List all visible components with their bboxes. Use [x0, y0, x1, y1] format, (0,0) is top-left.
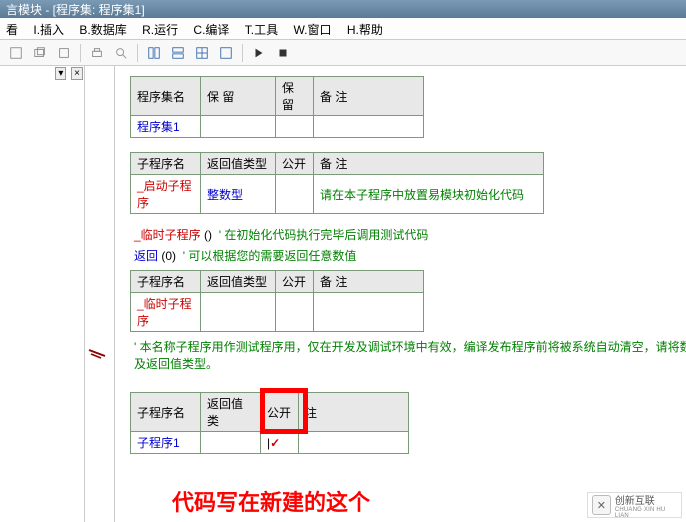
th-note4: 注	[299, 393, 409, 432]
th-reserved1: 保 留	[201, 77, 276, 116]
temp-name-cell[interactable]: _临时子程序	[131, 293, 201, 332]
menu-help[interactable]: H.帮助	[341, 21, 389, 38]
temp-ret-cell[interactable]	[201, 293, 276, 332]
gutter	[85, 66, 115, 522]
tool-btn-2[interactable]	[30, 43, 50, 63]
tool-preview-icon[interactable]	[111, 43, 131, 63]
menubar: 看 I.插入 B.数据库 R.运行 C.编译 T.工具 W.窗口 H.帮助	[0, 18, 686, 40]
code-content: 程序集名 保 留 保 留 备 注 程序集1 子程序名 返回值类型 公开 备 注	[115, 66, 686, 522]
startup-ret-cell[interactable]: 整数型	[201, 175, 276, 214]
th-ret4: 返回值类	[201, 393, 261, 432]
th-note1: 备 注	[314, 77, 424, 116]
toolbar-sep-2	[137, 44, 138, 62]
new-sub-name-cell[interactable]: 子程序1	[131, 432, 201, 454]
tool-stop-icon[interactable]	[273, 43, 293, 63]
menu-run[interactable]: R.运行	[136, 21, 184, 38]
th-note3: 备 注	[314, 271, 424, 293]
th-reserved2: 保 留	[276, 77, 314, 116]
menu-insert[interactable]: I.插入	[27, 21, 70, 38]
th-note2: 备 注	[314, 153, 544, 175]
tool-layout-2-icon[interactable]	[168, 43, 188, 63]
note1-cell[interactable]	[314, 116, 424, 138]
titlebar: 言模块 - [程序集: 程序集1]	[0, 0, 686, 18]
tool-btn-3[interactable]	[54, 43, 74, 63]
startup-sub-table: 子程序名 返回值类型 公开 备 注 _启动子程序 整数型 请在本子程序中放置易模…	[130, 152, 544, 214]
new-sub-table: 子程序名 返回值类 公开 注 子程序1 |✓	[130, 392, 409, 454]
th-pub4: 公开	[261, 393, 299, 432]
check-icon: ✓	[270, 436, 280, 450]
watermark-sub: CHUANG XIN HU LIAN	[615, 507, 677, 519]
toolbar	[0, 40, 686, 66]
th-sub-name3: 子程序名	[131, 271, 201, 293]
temp-note-cell[interactable]	[314, 293, 424, 332]
temp-pub-cell[interactable]	[276, 293, 314, 332]
tool-run-icon[interactable]	[249, 43, 269, 63]
menu-database[interactable]: B.数据库	[73, 21, 132, 38]
th-pub2: 公开	[276, 153, 314, 175]
watermark: ✕ 创新互联 CHUANG XIN HU LIAN	[587, 492, 682, 518]
side-panel: ▾ ×	[0, 66, 85, 522]
startup-name-cell[interactable]: _启动子程序	[131, 175, 201, 214]
tool-btn-1[interactable]	[6, 43, 26, 63]
tool-layout-3-icon[interactable]	[192, 43, 212, 63]
temp-sub-table: 子程序名 返回值类型 公开 备 注 _临时子程序	[130, 270, 424, 332]
main-area: ▾ × 程序集名 保 留 保 留 备 注 程序集1	[0, 66, 686, 522]
startup-note-cell[interactable]: 请在本子程序中放置易模块初始化代码	[314, 175, 544, 214]
reserved2-cell[interactable]	[276, 116, 314, 138]
menu-tool[interactable]: T.工具	[239, 21, 284, 38]
marker-icon	[87, 346, 109, 360]
th-pub3: 公开	[276, 271, 314, 293]
tool-layout-4-icon[interactable]	[216, 43, 236, 63]
watermark-logo-icon: ✕	[592, 495, 611, 515]
new-sub-pub-cell[interactable]: |✓	[261, 432, 299, 454]
assembly-name-cell[interactable]: 程序集1	[131, 116, 201, 138]
new-sub-note-cell[interactable]	[299, 432, 409, 454]
startup-pub-cell[interactable]	[276, 175, 314, 214]
th-sub-name4: 子程序名	[131, 393, 201, 432]
th-ret3: 返回值类型	[201, 271, 276, 293]
side-close-icon[interactable]: ×	[71, 67, 83, 80]
th-sub-name2: 子程序名	[131, 153, 201, 175]
new-sub-ret-cell[interactable]	[201, 432, 261, 454]
watermark-brand: 创新互联	[615, 492, 677, 507]
th-ret2: 返回值类型	[201, 153, 276, 175]
menu-compile[interactable]: C.编译	[187, 21, 235, 38]
toolbar-sep-1	[80, 44, 81, 62]
menu-window[interactable]: W.窗口	[287, 21, 337, 38]
reserved1-cell[interactable]	[201, 116, 276, 138]
temp-sub-comment: ' 本名称子程序用作测试程序用，仅在开发及调试环境中有效，编译发布程序前将被系统…	[134, 338, 686, 372]
toolbar-sep-3	[242, 44, 243, 62]
code-line-1[interactable]: _临时子程序 () ' 在初始化代码执行完毕后调用测试代码	[134, 226, 671, 243]
tool-layout-1-icon[interactable]	[144, 43, 164, 63]
th-assembly-name: 程序集名	[131, 77, 201, 116]
side-dropdown-icon[interactable]: ▾	[55, 67, 66, 80]
menu-view[interactable]: 看	[0, 21, 24, 38]
code-line-2[interactable]: 返回 (0) ' 可以根据您的需要返回任意数值	[134, 247, 671, 264]
tool-print-icon[interactable]	[87, 43, 107, 63]
assembly-table: 程序集名 保 留 保 留 备 注 程序集1	[130, 76, 424, 138]
